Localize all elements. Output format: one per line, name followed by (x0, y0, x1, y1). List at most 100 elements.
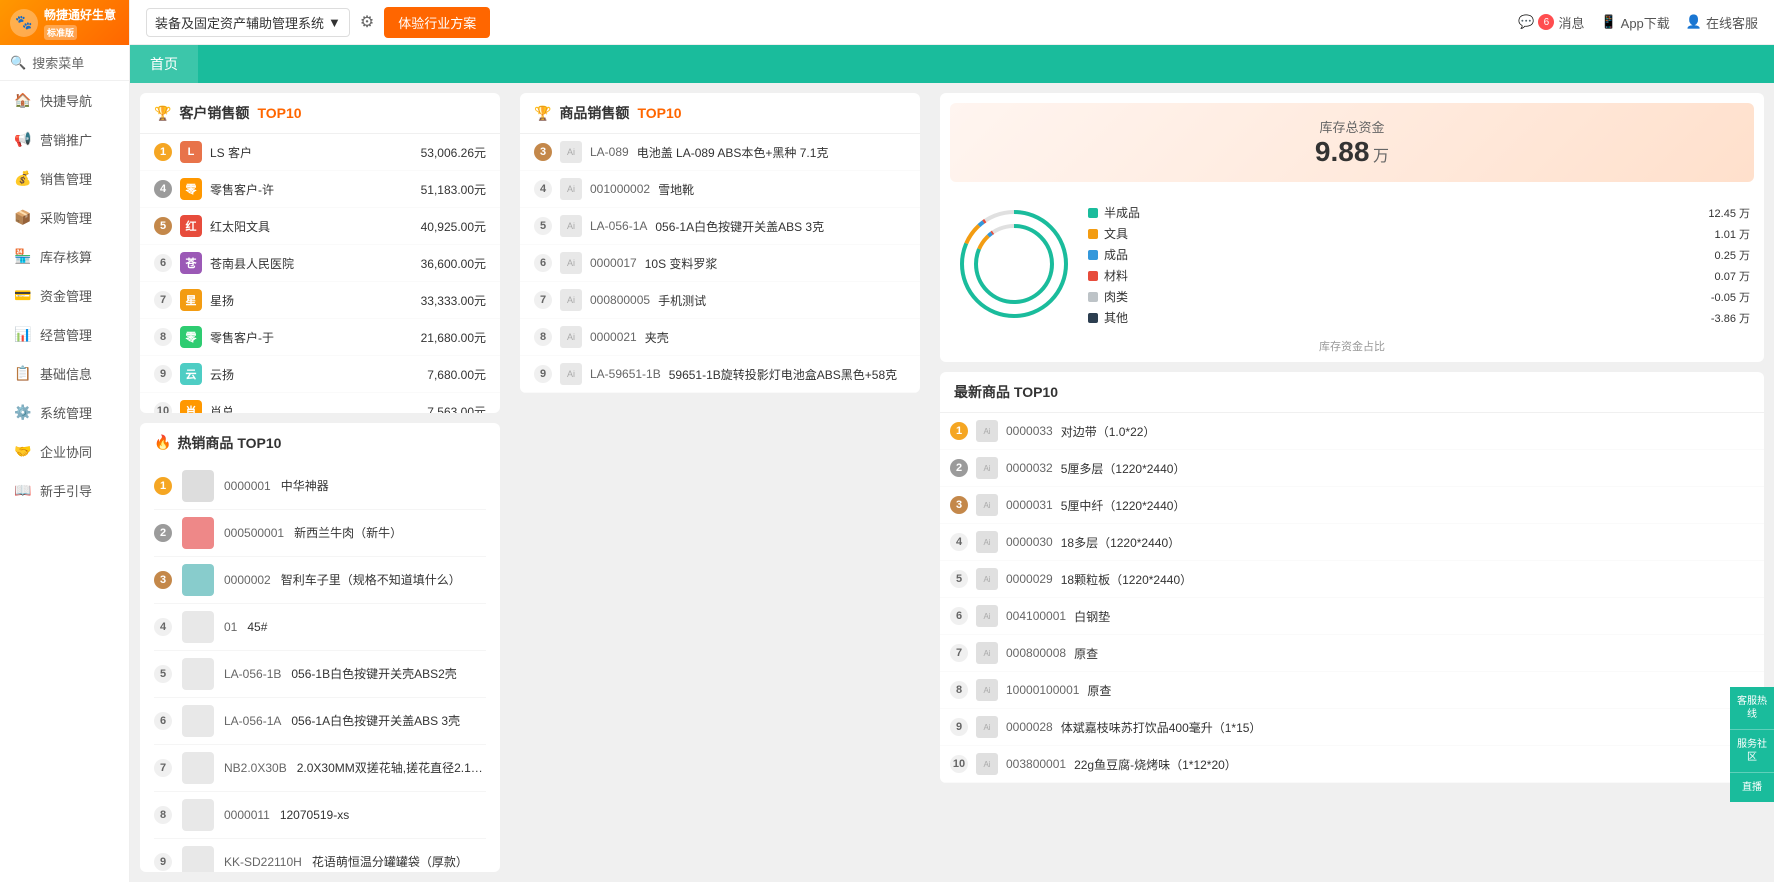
search-menu[interactable]: 🔍 搜索菜单 (0, 45, 129, 81)
rank-number: 9 (534, 365, 552, 383)
product-rank-row: 4 Ai 001000002 雪地靴 (520, 171, 920, 208)
customer-rank-title: 客户销售额 (179, 103, 249, 123)
legend-dot (1088, 208, 1098, 218)
fire-icon: 🔥 (154, 434, 171, 451)
rank-number: 4 (534, 180, 552, 198)
inventory-unit: 万 (1373, 148, 1389, 165)
search-icon: 🔍 (10, 55, 26, 71)
rank-number: 5 (534, 217, 552, 235)
sidebar-item-kuaijie[interactable]: 🏠 快捷导航 (0, 81, 129, 120)
nav-icon-sales: 💰 (14, 170, 32, 187)
new-product-row: 1 Ai 0000033 对边带（1.0*22） (940, 413, 1764, 450)
settings-icon[interactable]: ⚙ (360, 12, 374, 32)
product-code: 0000032 (1006, 461, 1053, 475)
new-product-row: 6 Ai 004100001 白钢垫 (940, 598, 1764, 635)
sidebar-item-label: 资金管理 (40, 286, 92, 305)
product-code: 000800008 (1006, 646, 1066, 660)
customer-top10-badge: TOP10 (257, 105, 301, 121)
customer-name: 红太阳文具 (210, 218, 413, 235)
customer-rank-card: 🏆 客户销售额 TOP10 1 L LS 客户 53,006.26元 4 零 (140, 93, 500, 413)
system-selector[interactable]: 装备及固定资产辅助管理系统 ▼ (146, 8, 350, 37)
product-code: NB2.0X30B (224, 761, 287, 775)
notification-item[interactable]: 💬 6 消息 (1518, 13, 1584, 32)
product-name: 5厘中纤（1220*2440） (1061, 497, 1754, 514)
sidebar-item-jichuxinxi[interactable]: 📋 基础信息 (0, 354, 129, 393)
online-service-item[interactable]: 👤 在线客服 (1686, 13, 1758, 32)
rank-number: 8 (950, 681, 968, 699)
product-name: 12070519-xs (280, 808, 486, 822)
nav-icon-system: ⚙️ (14, 404, 32, 421)
product-code: 000800005 (590, 293, 650, 307)
nav-icon-purchase: 📦 (14, 209, 32, 226)
trial-button[interactable]: 体验行业方案 (384, 7, 490, 38)
sidebar-item-jingying[interactable]: 📊 经营管理 (0, 315, 129, 354)
customer-rank-row: 7 星 星扬 33,333.00元 (140, 282, 500, 319)
customer-amount: 33,333.00元 (421, 292, 486, 309)
rank-number: 2 (950, 459, 968, 477)
sidebar-item-xiaoshou[interactable]: 💰 销售管理 (0, 159, 129, 198)
new-product-row: 3 Ai 0000031 5厘中纤（1220*2440） (940, 487, 1764, 524)
rank-number: 3 (950, 496, 968, 514)
sidebar-item-xinshou[interactable]: 📖 新手引导 (0, 471, 129, 510)
customer-amount: 7,680.00元 (427, 366, 486, 383)
float-btn-live[interactable]: 直播 (1730, 773, 1774, 802)
legend-name: 半成品 (1104, 204, 1702, 221)
nav-icon-guide: 📖 (14, 482, 32, 499)
customer-rank-table: 1 L LS 客户 53,006.26元 4 零 零售客户-许 51,183.0… (140, 134, 500, 413)
inventory-value: 9.88 (1315, 136, 1370, 167)
avatar: 肖 (180, 400, 202, 413)
product-image: Ai (976, 716, 998, 738)
sidebar: 🐾 畅捷通好生意 标准版 🔍 搜索菜单 🏠 快捷导航 📢 营销推广 💰 销售管理… (0, 0, 130, 882)
float-btn-community[interactable]: 服务社区 (1730, 730, 1774, 773)
sidebar-item-yingxiao[interactable]: 📢 营销推广 (0, 120, 129, 159)
product-code: 10000100001 (1006, 683, 1079, 697)
product-code: 0000021 (590, 330, 637, 344)
inventory-chart-label: 库存资金占比 (940, 338, 1764, 362)
hot-product-row: 8 0000011 12070519-xs (154, 792, 486, 839)
rank-number: 4 (154, 180, 172, 198)
rank-number: 6 (950, 607, 968, 625)
sidebar-item-kucun[interactable]: 🏪 库存核算 (0, 237, 129, 276)
sidebar-item-zijin[interactable]: 💳 资金管理 (0, 276, 129, 315)
avatar: 红 (180, 215, 202, 237)
sidebar-item-xitong[interactable]: ⚙️ 系统管理 (0, 393, 129, 432)
app-download-item[interactable]: 📱 App下载 (1600, 13, 1669, 32)
product-name: 智利车子里（规格不知道填什么） (281, 571, 486, 588)
tab-home[interactable]: 首页 (130, 45, 198, 83)
content-area: 🏆 客户销售额 TOP10 1 L LS 客户 53,006.26元 4 零 (130, 83, 1774, 882)
chevron-down-icon: ▼ (328, 15, 341, 30)
product-image: Ai (560, 363, 582, 385)
product-name: 056-1A白色按键开关盖ABS 3壳 (291, 712, 486, 729)
product-code: 003800001 (1006, 757, 1066, 771)
sidebar-item-caigou[interactable]: 📦 采购管理 (0, 198, 129, 237)
trophy-icon: 🏆 (534, 105, 551, 122)
rank-number: 7 (154, 291, 172, 309)
rank-number: 5 (950, 570, 968, 588)
new-products-title: 最新商品 TOP10 (954, 382, 1058, 402)
mobile-icon: 📱 (1600, 14, 1616, 30)
live-label: 直播 (1742, 782, 1762, 793)
customer-amount: 51,183.00元 (421, 181, 486, 198)
product-image: Ai (976, 494, 998, 516)
middle-column: 🏆 商品销售额 TOP10 3 Ai LA-089 电池盖 LA-089 ABS… (510, 83, 930, 882)
product-code: 0000033 (1006, 424, 1053, 438)
customer-rank-row: 8 零 零售客户-于 21,680.00元 (140, 319, 500, 356)
product-image: Ai (560, 289, 582, 311)
sidebar-item-qiye[interactable]: 🤝 企业协同 (0, 432, 129, 471)
product-image (182, 752, 214, 784)
legend-dot (1088, 292, 1098, 302)
sidebar-item-label: 采购管理 (40, 208, 92, 227)
service-community-label: 服务社区 (1737, 739, 1767, 763)
product-name: 22g鱼豆腐-烧烤味（1*12*20） (1074, 756, 1754, 773)
product-image (182, 611, 214, 643)
float-btn-service[interactable]: 客服热线 (1730, 687, 1774, 730)
service-hotline-label: 客服热线 (1737, 696, 1767, 720)
product-code: 000500001 (224, 526, 284, 540)
product-rank-card: 🏆 商品销售额 TOP10 3 Ai LA-089 电池盖 LA-089 ABS… (520, 93, 920, 393)
app-title: 畅捷通好生意 (44, 6, 116, 23)
product-code: LA-056-1A (224, 714, 281, 728)
hot-product-row: 7 NB2.0X30B 2.0X30MM双搓花轴,搓花直径2.1MM/ROHS (154, 745, 486, 792)
rank-number: 8 (154, 806, 172, 824)
product-image (182, 846, 214, 872)
rank-number: 5 (154, 665, 172, 683)
